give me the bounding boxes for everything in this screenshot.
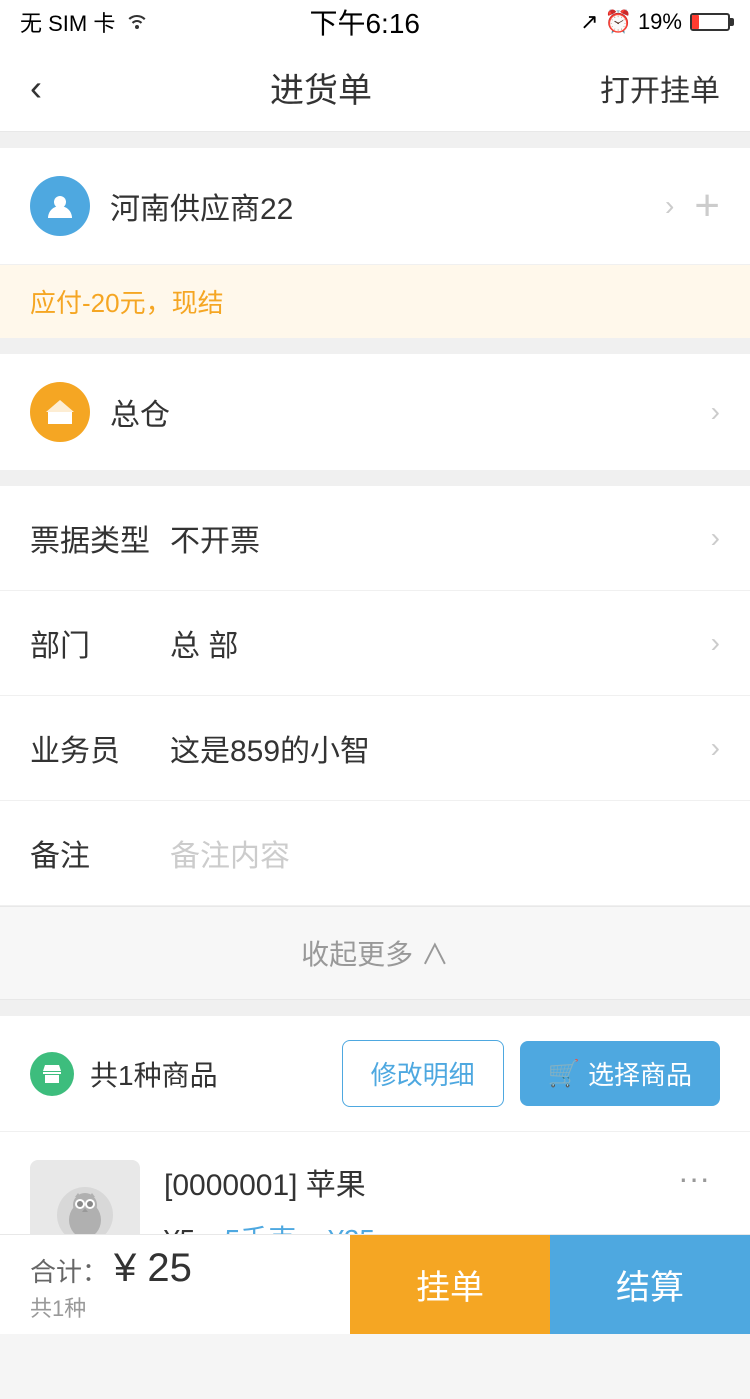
remarks-input[interactable]: 备注内容 <box>150 831 720 875</box>
gap-1 <box>0 132 750 148</box>
warehouse-chevron: › <box>711 396 720 428</box>
warehouse-row[interactable]: 总仓 › <box>0 354 750 470</box>
fields-section: 票据类型 不开票 › 部门 总 部 › 业务员 这是859的小智 › 备注 备注… <box>0 486 750 906</box>
product-name: [0000001] 苹果 <box>164 1160 668 1204</box>
gap-4 <box>0 1000 750 1016</box>
salesman-chevron: › <box>711 732 720 764</box>
nav-bar: ‹ 进货单 打开挂单 <box>0 44 750 132</box>
products-count-label: 共1种商品 <box>90 1054 218 1094</box>
supplier-section: 河南供应商22 › + 应付-20元，现结 <box>0 148 750 338</box>
product-id: [0000001] <box>164 1169 306 1202</box>
status-right: ↗ ⏰ 19% <box>580 9 730 35</box>
supplier-chevron: › <box>665 190 674 222</box>
warehouse-name: 总仓 <box>110 390 701 434</box>
warehouse-icon <box>30 382 90 442</box>
battery-percent: 19% <box>638 9 682 35</box>
invoice-type-row[interactable]: 票据类型 不开票 › <box>0 486 750 591</box>
gap-2 <box>0 338 750 354</box>
salesman-value: 这是859的小智 <box>150 726 711 770</box>
pend-button[interactable]: 挂单 <box>350 1235 550 1334</box>
footer: 合计： ¥ 25 共1种 挂单 结算 <box>0 1234 750 1334</box>
department-row[interactable]: 部门 总 部 › <box>0 591 750 696</box>
footer-total-sub: 共1种 <box>30 1291 320 1323</box>
gap-3 <box>0 470 750 486</box>
products-header: 共1种商品 修改明细 🛒 选择商品 <box>0 1016 750 1132</box>
battery-icon <box>690 13 730 31</box>
edit-detail-button[interactable]: 修改明细 <box>342 1040 504 1107</box>
invoice-type-value: 不开票 <box>150 516 711 560</box>
remarks-row[interactable]: 备注 备注内容 <box>0 801 750 906</box>
footer-total-amount: ¥ 25 <box>114 1246 192 1291</box>
product-title: 苹果 <box>306 1169 366 1202</box>
select-product-icon: 🛒 <box>548 1058 580 1089</box>
location-icon: ↗ <box>580 9 598 35</box>
select-product-label: 选择商品 <box>588 1055 692 1092</box>
invoice-type-chevron: › <box>711 522 720 554</box>
department-value: 总 部 <box>150 621 711 665</box>
select-product-button[interactable]: 🛒 选择商品 <box>520 1041 720 1106</box>
wifi-icon <box>125 9 149 35</box>
remarks-label: 备注 <box>30 831 150 875</box>
status-time: 下午6:16 <box>309 2 420 42</box>
supplier-name: 河南供应商22 <box>110 184 655 228</box>
page-title: 进货单 <box>270 63 372 112</box>
footer-total-area: 合计： ¥ 25 共1种 <box>0 1246 350 1323</box>
collapse-row[interactable]: 收起更多 ∧ <box>0 906 750 1000</box>
carrier-text: 无 SIM 卡 <box>20 6 115 38</box>
products-count-area: 共1种商品 <box>30 1052 342 1096</box>
salesman-row[interactable]: 业务员 这是859的小智 › <box>0 696 750 801</box>
add-supplier-button[interactable]: + <box>694 181 720 231</box>
department-chevron: › <box>711 627 720 659</box>
supplier-icon <box>30 176 90 236</box>
status-bar: 无 SIM 卡 下午6:16 ↗ ⏰ 19% <box>0 0 750 44</box>
supplier-row[interactable]: 河南供应商22 › + <box>0 148 750 265</box>
status-left: 无 SIM 卡 <box>20 6 149 38</box>
warehouse-section: 总仓 › <box>0 354 750 470</box>
footer-total-label: 合计： <box>30 1252 108 1289</box>
open-pending-button[interactable]: 打开挂单 <box>600 66 720 110</box>
salesman-label: 业务员 <box>30 726 150 770</box>
products-icon <box>30 1052 74 1096</box>
supplier-notice: 应付-20元，现结 <box>0 265 750 338</box>
department-label: 部门 <box>30 621 150 665</box>
alarm-icon: ⏰ <box>605 9 632 35</box>
back-button[interactable]: ‹ <box>30 67 42 109</box>
invoice-type-label: 票据类型 <box>30 516 150 560</box>
settle-button[interactable]: 结算 <box>550 1235 750 1334</box>
supplier-info: 河南供应商22 <box>110 184 655 228</box>
warehouse-info: 总仓 <box>110 390 701 434</box>
product-more-button[interactable]: ··· <box>668 1160 720 1197</box>
